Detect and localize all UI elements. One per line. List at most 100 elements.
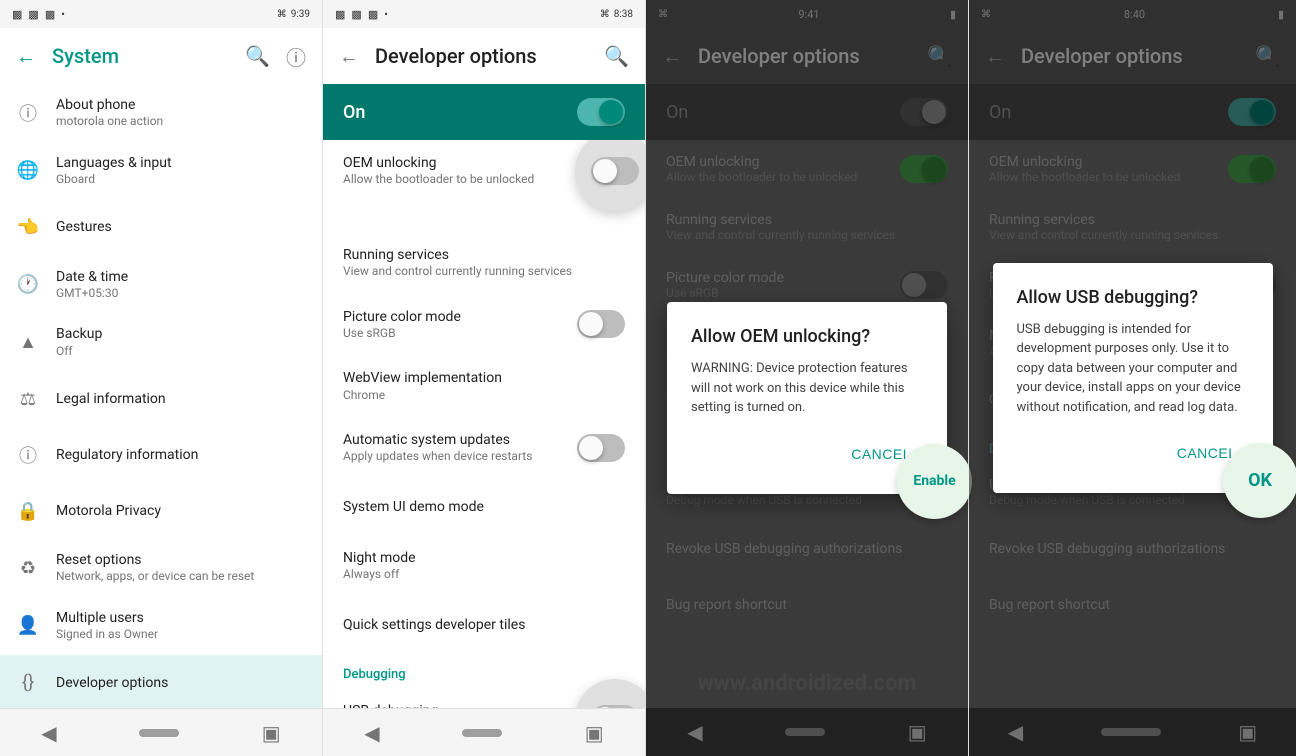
developer-label: Developer options bbox=[56, 674, 306, 692]
on-toggle-mid[interactable] bbox=[577, 98, 625, 126]
nav-recents-mid[interactable]: ▣ bbox=[585, 721, 604, 745]
settings-item-reset[interactable]: ♻ Reset options Network, apps, or device… bbox=[0, 539, 322, 597]
settings-item-legal[interactable]: ⚖ Legal information bbox=[0, 371, 322, 427]
dev-title-mid: Developer options bbox=[375, 44, 588, 68]
nav-back-icon[interactable]: ◀ bbox=[41, 721, 56, 745]
mid-status-icons: ▩ ▩ ▩ • bbox=[335, 8, 388, 21]
settings-item-datetime[interactable]: 🕐 Date & time GMT+05:30 bbox=[0, 256, 322, 314]
settings-item-privacy[interactable]: 🔒 Motorola Privacy bbox=[0, 483, 322, 539]
notification-icon-2: ▩ bbox=[28, 8, 38, 21]
languages-sub: Gboard bbox=[56, 172, 306, 188]
search-icon[interactable]: 🔍 bbox=[245, 44, 270, 68]
reset-sub: Network, apps, or device can be reset bbox=[56, 569, 306, 585]
night-sub: Always off bbox=[343, 567, 625, 583]
usb-ok-button[interactable]: OK bbox=[1223, 443, 1296, 518]
color-sub: Use sRGB bbox=[343, 326, 577, 342]
settings-item-regulatory[interactable]: ⓘ Regulatory information bbox=[0, 427, 322, 483]
dev-item-oem[interactable]: OEM unlocking Allow the bootloader to be… bbox=[323, 140, 645, 202]
developer-options-panel-1: ▩ ▩ ▩ • ⌘ 8:38 ← Developer options 🔍 On … bbox=[323, 0, 646, 756]
nav-back-mid[interactable]: ◀ bbox=[364, 721, 379, 745]
qstiles-label: Quick settings developer tiles bbox=[343, 616, 625, 634]
autoupdate-toggle[interactable] bbox=[577, 434, 625, 462]
backup-sub: Off bbox=[56, 344, 306, 360]
mid-status-right: ⌘ 8:38 bbox=[600, 9, 633, 20]
autoupdate-sub: Apply updates when device restarts bbox=[343, 449, 577, 465]
oem-enable-label: Enable bbox=[913, 473, 955, 489]
running-sub: View and control currently running servi… bbox=[343, 264, 625, 280]
oem-large-toggle[interactable] bbox=[575, 140, 645, 211]
usb-dialog-actions: Cancel bbox=[1017, 437, 1249, 469]
dot-icon: • bbox=[61, 8, 65, 21]
settings-item-gestures[interactable]: 👈 Gestures bbox=[0, 200, 322, 256]
dev-list-mid: OEM unlocking Allow the bootloader to be… bbox=[323, 140, 645, 708]
language-icon: 🌐 bbox=[16, 159, 40, 183]
status-bar-left: ▩ ▩ ▩ • ⌘ 9:39 bbox=[0, 0, 322, 28]
gesture-icon: 👈 bbox=[16, 216, 40, 240]
oem-dialog-actions: Cancel bbox=[691, 438, 923, 470]
oem-enable-button[interactable]: Enable bbox=[897, 444, 972, 519]
reset-label: Reset options bbox=[56, 551, 306, 569]
usb-dialog-body: USB debugging is intended for developmen… bbox=[1017, 320, 1249, 418]
legal-icon: ⚖ bbox=[16, 387, 40, 411]
users-icon: 👤 bbox=[16, 614, 40, 638]
mid-notification-2: ▩ bbox=[351, 8, 361, 21]
settings-item-users[interactable]: 👤 Multiple users Signed in as Owner bbox=[0, 597, 322, 655]
system-appbar: ← System 🔍 ⓘ bbox=[0, 28, 322, 84]
notification-icon-3: ▩ bbox=[45, 8, 55, 21]
color-toggle[interactable] bbox=[577, 310, 625, 338]
datetime-label: Date & time bbox=[56, 268, 306, 286]
about-phone-label: About phone bbox=[56, 96, 306, 114]
dev-search-icon[interactable]: 🔍 bbox=[604, 44, 629, 68]
mid-wifi-icon: ⌘ bbox=[600, 9, 610, 20]
developer-options-panel-2: ⌘ 9:41 ▮ ← Developer options 🔍 On OEM un… bbox=[646, 0, 969, 756]
status-bar-mid: ▩ ▩ ▩ • ⌘ 8:38 bbox=[323, 0, 645, 28]
settings-item-backup[interactable]: ▲ Backup Off bbox=[0, 313, 322, 371]
color-label: Picture color mode bbox=[343, 308, 577, 326]
on-label-mid: On bbox=[343, 102, 365, 123]
nav-recents-icon[interactable]: ▣ bbox=[262, 721, 281, 745]
dev-item-qstiles[interactable]: Quick settings developer tiles bbox=[323, 597, 645, 653]
dev-item-running[interactable]: Running services View and control curren… bbox=[323, 232, 645, 294]
time-left: 9:39 bbox=[291, 9, 310, 20]
dev-item-usb[interactable]: USB debugging Debug mode when USB is con… bbox=[323, 688, 645, 708]
privacy-label: Motorola Privacy bbox=[56, 502, 306, 520]
legal-label: Legal information bbox=[56, 390, 306, 408]
dev-back-icon[interactable]: ← bbox=[339, 44, 359, 69]
back-icon[interactable]: ← bbox=[16, 44, 36, 69]
dev-item-autoupdate[interactable]: Automatic system updates Apply updates w… bbox=[323, 417, 645, 479]
info-icon: ⓘ bbox=[16, 101, 40, 125]
backup-icon: ▲ bbox=[16, 330, 40, 354]
usb-dialog-title: Allow USB debugging? bbox=[1017, 287, 1249, 308]
system-settings-panel: ▩ ▩ ▩ • ⌘ 9:39 ← System 🔍 ⓘ ⓘ About phon… bbox=[0, 0, 323, 756]
usb-ok-label: OK bbox=[1248, 470, 1272, 491]
webview-sub: Chrome bbox=[343, 388, 625, 404]
regulatory-label: Regulatory information bbox=[56, 446, 306, 464]
help-icon[interactable]: ⓘ bbox=[286, 42, 306, 71]
users-sub: Signed in as Owner bbox=[56, 627, 306, 643]
settings-item-languages[interactable]: 🌐 Languages & input Gboard bbox=[0, 142, 322, 200]
settings-item-developer[interactable]: {} Developer options bbox=[0, 655, 322, 708]
mid-notification-1: ▩ bbox=[335, 8, 345, 21]
datetime-sub: GMT+05:30 bbox=[56, 286, 306, 302]
usb-dialog-overlay: Allow USB debugging? USB debugging is in… bbox=[969, 0, 1296, 756]
on-bar-mid[interactable]: On bbox=[323, 84, 645, 140]
dev-item-webview[interactable]: WebView implementation Chrome bbox=[323, 355, 645, 417]
status-icons: ▩ ▩ ▩ • bbox=[12, 8, 65, 21]
privacy-icon: 🔒 bbox=[16, 499, 40, 523]
clock-icon: 🕐 bbox=[16, 272, 40, 296]
running-label: Running services bbox=[343, 246, 625, 264]
dev-item-color[interactable]: Picture color mode Use sRGB bbox=[323, 294, 645, 356]
oem-dialog-overlay: Allow OEM unlocking? WARNING: Device pro… bbox=[646, 0, 968, 756]
dev-item-night[interactable]: Night mode Always off bbox=[323, 535, 645, 597]
mid-notification-3: ▩ bbox=[368, 8, 378, 21]
users-label: Multiple users bbox=[56, 609, 306, 627]
oem-dialog-title: Allow OEM unlocking? bbox=[691, 326, 923, 347]
nav-home-mid[interactable] bbox=[462, 729, 502, 737]
status-right: ⌘ 9:39 bbox=[277, 9, 310, 20]
dev-item-demo[interactable]: System UI demo mode bbox=[323, 479, 645, 535]
nav-home[interactable] bbox=[139, 729, 179, 737]
about-phone-sub: motorola one action bbox=[56, 114, 306, 130]
usb-large-toggle[interactable] bbox=[575, 679, 645, 708]
settings-list: ⓘ About phone motorola one action 🌐 Lang… bbox=[0, 84, 322, 708]
settings-item-about-phone[interactable]: ⓘ About phone motorola one action bbox=[0, 84, 322, 142]
